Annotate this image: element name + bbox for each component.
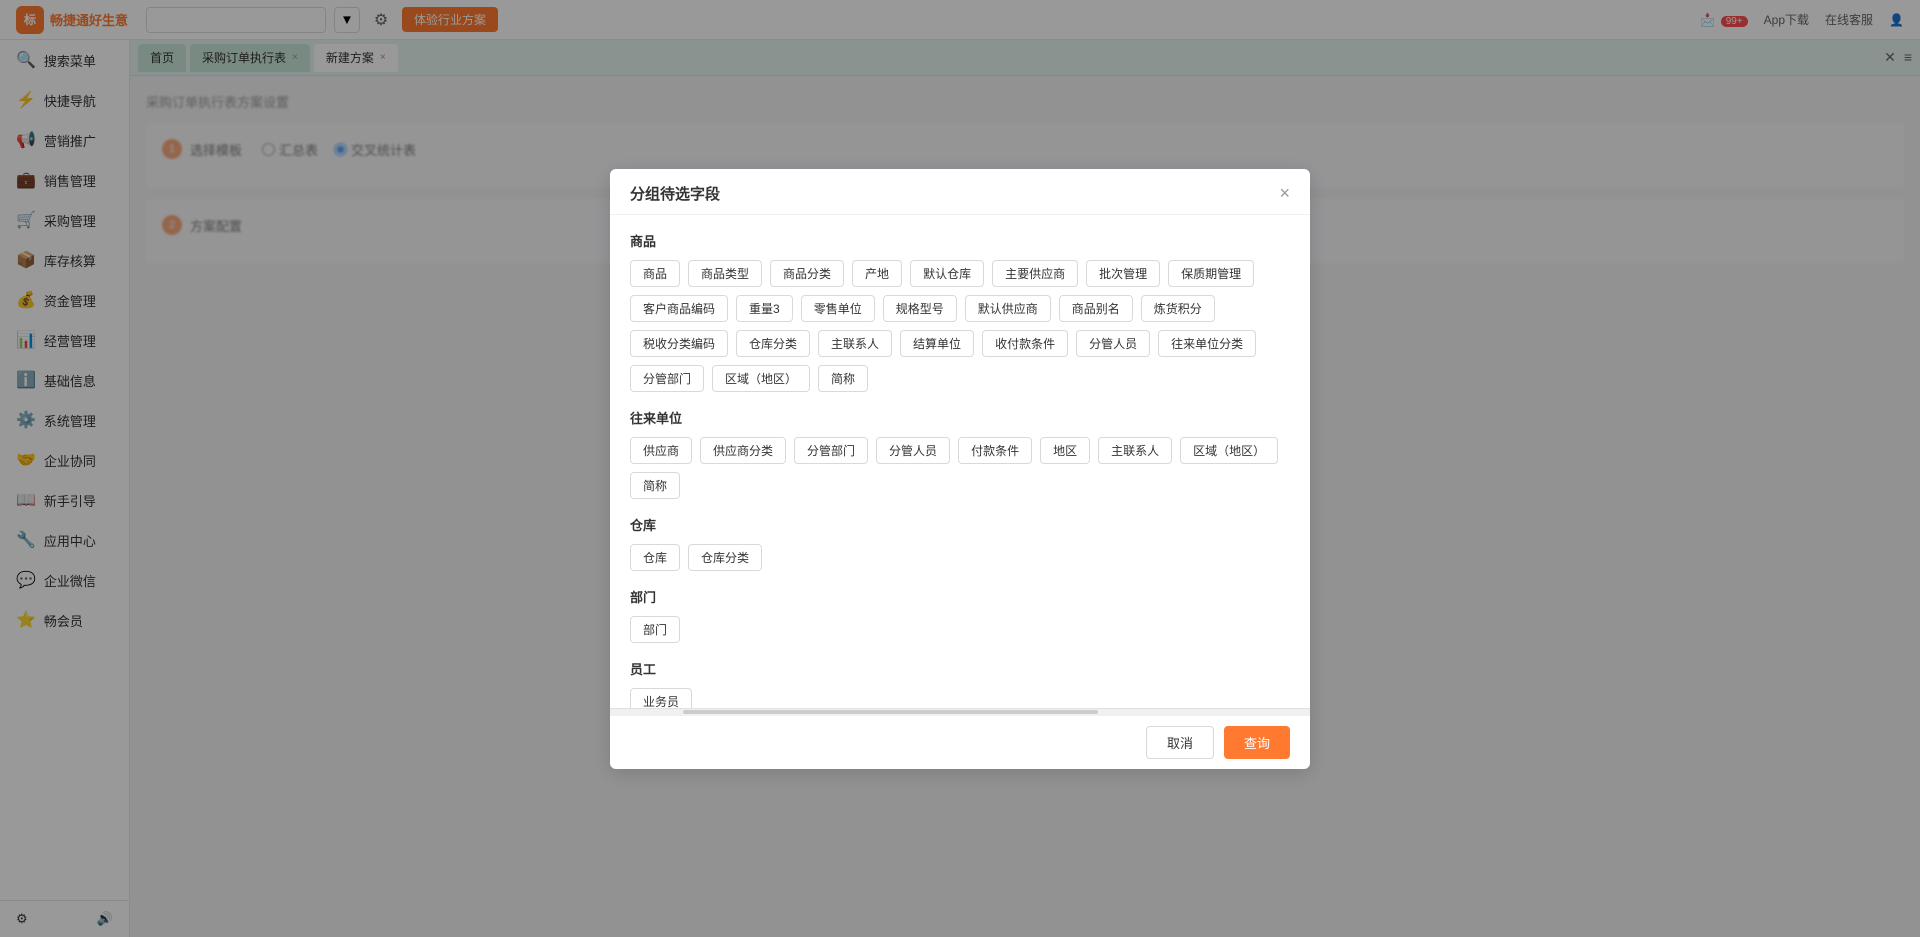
field-tag-0-6[interactable]: 批次管理 bbox=[1086, 260, 1160, 287]
field-tag-2-1[interactable]: 仓库分类 bbox=[688, 544, 762, 571]
field-group-0: 商品商品商品类型商品分类产地默认仓库主要供应商批次管理保质期管理客户商品编码重量… bbox=[630, 231, 1290, 392]
field-tag-1-4[interactable]: 付款条件 bbox=[958, 437, 1032, 464]
field-tag-0-8[interactable]: 客户商品编码 bbox=[630, 295, 728, 322]
field-tag-1-3[interactable]: 分管人员 bbox=[876, 437, 950, 464]
field-tags-0: 商品商品类型商品分类产地默认仓库主要供应商批次管理保质期管理客户商品编码重量3 零… bbox=[630, 260, 1290, 392]
field-tag-1-7[interactable]: 区域（地区） bbox=[1180, 437, 1278, 464]
field-tag-1-8[interactable]: 简称 bbox=[630, 472, 680, 499]
field-tag-0-7[interactable]: 保质期管理 bbox=[1168, 260, 1254, 287]
field-tag-0-13[interactable]: 商品别名 bbox=[1059, 295, 1133, 322]
field-group-2: 仓库仓库仓库分类 bbox=[630, 515, 1290, 571]
field-group-title-4: 员工 bbox=[630, 659, 1290, 678]
field-group-title-2: 仓库 bbox=[630, 515, 1290, 534]
field-tag-0-11[interactable]: 规格型号 bbox=[883, 295, 957, 322]
field-tag-1-0[interactable]: 供应商 bbox=[630, 437, 692, 464]
field-tag-0-2[interactable]: 商品分类 bbox=[770, 260, 844, 287]
field-tag-0-15[interactable]: 税收分类编码 bbox=[630, 330, 728, 357]
modal-hscroll-thumb bbox=[683, 710, 1098, 714]
field-tag-0-14[interactable]: 炼货积分 bbox=[1141, 295, 1215, 322]
field-tag-0-0[interactable]: 商品 bbox=[630, 260, 680, 287]
field-tag-3-0[interactable]: 部门 bbox=[630, 616, 680, 643]
field-tag-0-19[interactable]: 收付款条件 bbox=[982, 330, 1068, 357]
field-tag-0-17[interactable]: 主联系人 bbox=[818, 330, 892, 357]
field-tag-1-5[interactable]: 地区 bbox=[1040, 437, 1090, 464]
field-group-3: 部门部门 bbox=[630, 587, 1290, 643]
field-tags-4: 业务员 bbox=[630, 688, 1290, 709]
field-tag-0-22[interactable]: 分管部门 bbox=[630, 365, 704, 392]
field-tag-0-21[interactable]: 往来单位分类 bbox=[1158, 330, 1256, 357]
field-group-title-0: 商品 bbox=[630, 231, 1290, 250]
field-group-1: 往来单位供应商供应商分类分管部门分管人员付款条件地区主联系人区域（地区） 简称 bbox=[630, 408, 1290, 499]
field-tag-2-0[interactable]: 仓库 bbox=[630, 544, 680, 571]
field-group-title-3: 部门 bbox=[630, 587, 1290, 606]
cancel-button[interactable]: 取消 bbox=[1146, 726, 1214, 759]
field-tag-0-16[interactable]: 仓库分类 bbox=[736, 330, 810, 357]
field-tag-0-3[interactable]: 产地 bbox=[852, 260, 902, 287]
field-tags-1: 供应商供应商分类分管部门分管人员付款条件地区主联系人区域（地区） 简称 bbox=[630, 437, 1290, 499]
field-tag-0-5[interactable]: 主要供应商 bbox=[992, 260, 1078, 287]
field-tag-1-2[interactable]: 分管部门 bbox=[794, 437, 868, 464]
field-tag-0-10[interactable]: 零售单位 bbox=[801, 295, 875, 322]
modal-dialog: 分组待选字段 × 商品商品商品类型商品分类产地默认仓库主要供应商批次管理保质期管… bbox=[610, 169, 1310, 769]
confirm-button[interactable]: 查询 bbox=[1224, 726, 1290, 759]
field-tag-1-6[interactable]: 主联系人 bbox=[1098, 437, 1172, 464]
field-group-4: 员工业务员 bbox=[630, 659, 1290, 709]
field-tag-0-4[interactable]: 默认仓库 bbox=[910, 260, 984, 287]
modal-header: 分组待选字段 × bbox=[610, 169, 1310, 215]
modal-overlay: 分组待选字段 × 商品商品商品类型商品分类产地默认仓库主要供应商批次管理保质期管… bbox=[0, 0, 1920, 937]
modal-body[interactable]: 商品商品商品类型商品分类产地默认仓库主要供应商批次管理保质期管理客户商品编码重量… bbox=[610, 215, 1310, 709]
field-tag-1-1[interactable]: 供应商分类 bbox=[700, 437, 786, 464]
field-tag-0-20[interactable]: 分管人员 bbox=[1076, 330, 1150, 357]
field-tag-4-0[interactable]: 业务员 bbox=[630, 688, 692, 709]
modal-close-button[interactable]: × bbox=[1279, 183, 1290, 204]
field-tag-0-1[interactable]: 商品类型 bbox=[688, 260, 762, 287]
field-tag-0-18[interactable]: 结算单位 bbox=[900, 330, 974, 357]
modal-footer: 取消 查询 bbox=[610, 715, 1310, 769]
field-tag-0-24[interactable]: 简称 bbox=[818, 365, 868, 392]
field-group-title-1: 往来单位 bbox=[630, 408, 1290, 427]
field-tag-0-9[interactable]: 重量3 bbox=[736, 295, 793, 322]
field-tags-2: 仓库仓库分类 bbox=[630, 544, 1290, 571]
field-tag-0-12[interactable]: 默认供应商 bbox=[965, 295, 1051, 322]
field-tags-3: 部门 bbox=[630, 616, 1290, 643]
modal-title: 分组待选字段 bbox=[630, 183, 720, 204]
field-tag-0-23[interactable]: 区域（地区） bbox=[712, 365, 810, 392]
